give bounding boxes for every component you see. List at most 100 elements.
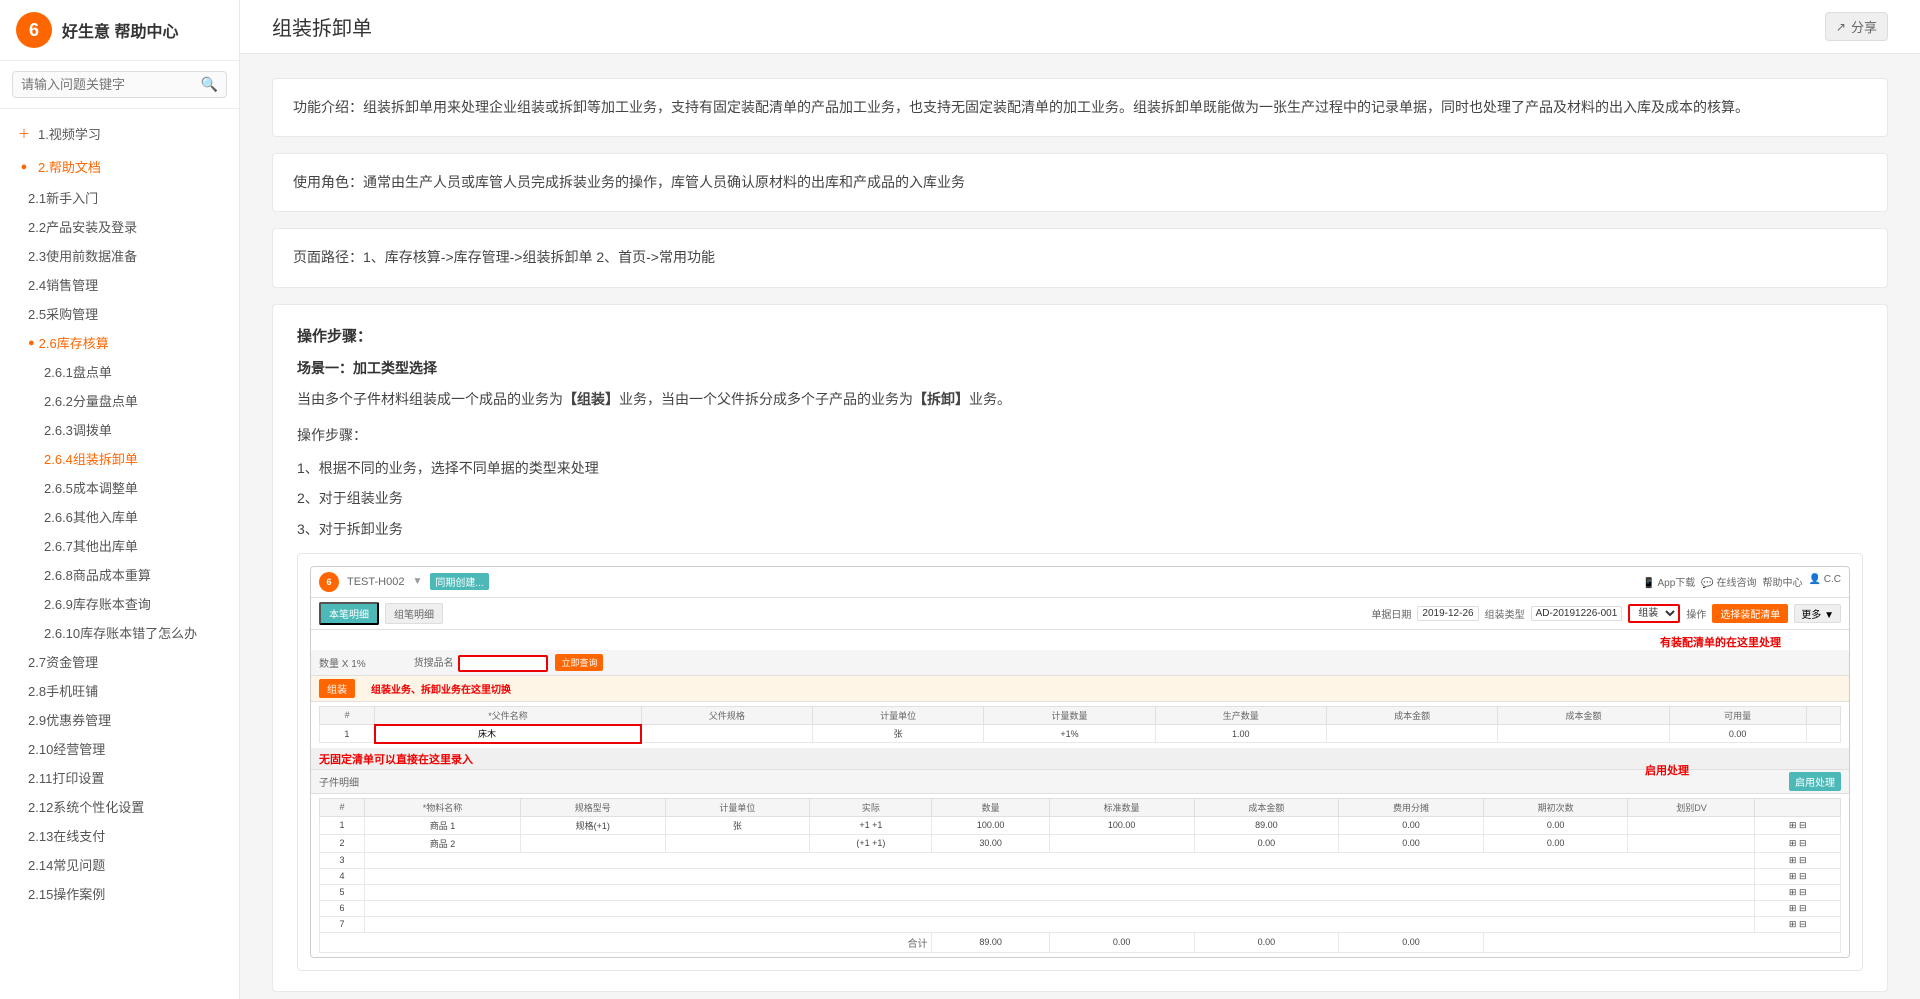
mock-process-btn[interactable]: 启用处理 bbox=[1789, 772, 1841, 791]
share-icon: ↗ bbox=[1836, 20, 1846, 34]
scenario1-title: 场景一：加工类型选择 bbox=[297, 358, 1863, 378]
step2: 2、对于组装业务 bbox=[297, 485, 1863, 512]
sidebar-item-capital[interactable]: 2.7资金管理 bbox=[28, 647, 239, 676]
mock-upper-cell-cost1 bbox=[1326, 725, 1497, 743]
mock-product-input[interactable] bbox=[478, 728, 538, 738]
mock-save-btn[interactable]: 选择装配清单 bbox=[1712, 604, 1788, 623]
mock-lth-unit: 计量单位 bbox=[665, 798, 810, 816]
mock-th-avail: 可用量 bbox=[1669, 706, 1806, 725]
sidebar-item-costadj[interactable]: 2.6.5成本调整单 bbox=[44, 473, 239, 502]
mock-lr2-init: 0.00 bbox=[1483, 834, 1628, 852]
nav: ＋ 1.视频学习 ● 2.帮助文档 2.1新手入门 2.2产品安装及登录 2.3… bbox=[0, 109, 239, 999]
minus-icon: ● bbox=[16, 159, 32, 175]
mock-nav-help: 💬 在线咨询 bbox=[1701, 574, 1756, 589]
mock-upper-thead-row: # *父件名称 父件规格 计量单位 计量数量 生产数量 成本金额 成本金额 可用… bbox=[320, 706, 1841, 725]
main-header: 组装拆卸单 ↗ 分享 bbox=[240, 0, 1920, 54]
mock-lr2-type bbox=[1628, 834, 1755, 852]
mock-lth-init: 期初次数 bbox=[1483, 798, 1628, 816]
mock-lth-cost: 成本金额 bbox=[1194, 798, 1339, 816]
mock-type-val: AD-20191226-001 bbox=[1531, 606, 1623, 621]
mock-create-btn[interactable]: 同期创建... bbox=[430, 573, 488, 590]
sidebar-item-otherinstock[interactable]: 2.6.6其他入库单 bbox=[44, 502, 239, 531]
sidebar-item-docs[interactable]: ● 2.帮助文档 bbox=[0, 150, 239, 183]
search-bar-inner[interactable]: 🔍 bbox=[12, 71, 227, 98]
share-button[interactable]: ↗ 分享 bbox=[1825, 12, 1888, 41]
screenshot-container: 6 TEST-H002 ▼ 同期创建... 📱 App下载 💬 在线咨询 帮助中… bbox=[297, 553, 1863, 971]
nav-sub-inventory: 2.6.1盘点单 2.6.2分量盘点单 2.6.3调拨单 2.6.4组装拆卸单 … bbox=[28, 357, 239, 647]
intro-text: 功能介绍：组装拆卸单用来处理企业组装或拆卸等加工业务，支持有固定装配清单的产品加… bbox=[293, 95, 1867, 120]
mock-toolbar: 本笔明细 组笔明细 单据日期 2019-12-26 组装类型 AD-201912… bbox=[311, 598, 1849, 630]
sidebar-item-stockcount[interactable]: 2.6.1盘点单 bbox=[44, 357, 239, 386]
sidebar-item-onlinepay[interactable]: 2.13在线支付 bbox=[28, 821, 239, 850]
mock-lr1-cost: 89.00 bbox=[1194, 816, 1339, 834]
mock-product-search[interactable] bbox=[458, 655, 548, 672]
sidebar-item-mobile[interactable]: 2.8手机旺铺 bbox=[28, 676, 239, 705]
sidebar: 6 好生意 帮助中心 🔍 ＋ 1.视频学习 ● 2.帮助文档 2.1新手入门 2… bbox=[0, 0, 240, 999]
content-area: 功能介绍：组装拆卸单用来处理企业组装或拆卸等加工业务，支持有固定装配清单的产品加… bbox=[240, 54, 1920, 999]
mock-more-btn[interactable]: 更多 ▼ bbox=[1794, 604, 1841, 623]
sidebar-item-video-label: 1.视频学习 bbox=[38, 124, 101, 143]
sidebar-item-coupon[interactable]: 2.9优惠券管理 bbox=[28, 705, 239, 734]
mock-lower-tbody: 1 商品 1 规格(+1) 张 +1 +1 100.00 100.00 89.0… bbox=[320, 816, 1841, 932]
sidebar-item-inventory[interactable]: ● 2.6库存核算 bbox=[28, 328, 239, 357]
sidebar-item-cases[interactable]: 2.15操作案例 bbox=[28, 879, 239, 908]
mock-search-wrapper: 货搜品名 立即查询 bbox=[414, 653, 604, 672]
sidebar-item-purchase[interactable]: 2.5采购管理 bbox=[28, 299, 239, 328]
mock-lr2-unit bbox=[665, 834, 810, 852]
mock-lr1-std: 100.00 bbox=[1049, 816, 1194, 834]
page-title: 组装拆卸单 bbox=[272, 12, 372, 41]
step1: 1、根据不同的业务，选择不同单据的类型来处理 bbox=[297, 455, 1863, 482]
mock-tab-other[interactable]: 组笔明细 bbox=[385, 603, 443, 624]
mock-lr3-empty bbox=[365, 852, 1755, 868]
mock-footer-std: 0.00 bbox=[1049, 932, 1194, 952]
mock-footer-cost: 0.00 bbox=[1194, 932, 1339, 952]
mock-assembly-select[interactable]: 组装 拆卸 bbox=[1628, 604, 1680, 623]
sidebar-item-stockerror[interactable]: 2.6.10库存账本错了怎么办 bbox=[44, 618, 239, 647]
sidebar-item-faq[interactable]: 2.14常见问题 bbox=[28, 850, 239, 879]
mock-footer-alloc: 0.00 bbox=[1339, 932, 1484, 952]
sidebar-item-video[interactable]: ＋ 1.视频学习 bbox=[0, 117, 239, 150]
sidebar-item-inventory-label: 2.6库存核算 bbox=[39, 333, 109, 352]
mock-lth-qty: 数量 bbox=[932, 798, 1049, 816]
mock-op-label: 操作 bbox=[1686, 606, 1706, 621]
mock-lr4-num: 4 bbox=[320, 868, 365, 884]
mock-confirm-btn[interactable]: 立即查询 bbox=[555, 654, 603, 671]
intro-block: 功能介绍：组装拆卸单用来处理企业组装或拆卸等加工业务，支持有固定装配清单的产品加… bbox=[272, 78, 1888, 137]
mock-lr4-action: ⊞ ⊟ bbox=[1755, 868, 1841, 884]
mock-lr7-action: ⊞ ⊟ bbox=[1755, 916, 1841, 932]
mock-company: TEST-H002 bbox=[347, 576, 404, 588]
sidebar-item-assembly[interactable]: 2.6.4组装拆卸单 bbox=[44, 444, 239, 473]
sidebar-item-productcost[interactable]: 2.6.8商品成本重算 bbox=[44, 560, 239, 589]
sidebar-item-new[interactable]: 2.1新手入门 bbox=[28, 183, 239, 212]
sidebar-item-data[interactable]: 2.3使用前数据准备 bbox=[28, 241, 239, 270]
mock-annotation1: 有装配清单的在这里处理 bbox=[319, 634, 1781, 650]
mock-upper-cell-unit: 张 bbox=[812, 725, 983, 743]
scenario1-desc: 当由多个子件材料组装成一个成品的业务为【组装】业务，当由一个父件拆分成多个子产品… bbox=[297, 386, 1863, 413]
mock-lth-alloc: 费用分摊 bbox=[1339, 798, 1484, 816]
mock-lower-row7: 7 ⊞ ⊟ bbox=[320, 916, 1841, 932]
mock-lr2-actual: (+1 +1) bbox=[810, 834, 932, 852]
mock-lr3-action: ⊞ ⊟ bbox=[1755, 852, 1841, 868]
search-input[interactable] bbox=[21, 77, 201, 92]
search-icon[interactable]: 🔍 bbox=[201, 76, 218, 93]
mock-lr4-empty bbox=[365, 868, 1755, 884]
sidebar-item-print[interactable]: 2.11打印设置 bbox=[28, 763, 239, 792]
sidebar-item-install[interactable]: 2.2产品安装及登录 bbox=[28, 212, 239, 241]
sidebar-item-splitcount[interactable]: 2.6.2分量盘点单 bbox=[44, 386, 239, 415]
mock-assemble-btn[interactable]: 组装 bbox=[319, 679, 355, 698]
step-list: 1、根据不同的业务，选择不同单据的类型来处理 2、对于组装业务 3、对于拆卸业务 bbox=[297, 455, 1863, 543]
sidebar-item-otheroutstock[interactable]: 2.6.7其他出库单 bbox=[44, 531, 239, 560]
mock-th-cost1: 成本金额 bbox=[1326, 706, 1497, 725]
mock-th-num: # bbox=[320, 706, 375, 725]
sidebar-item-sales[interactable]: 2.4销售管理 bbox=[28, 270, 239, 299]
mock-lower-row1: 1 商品 1 规格(+1) 张 +1 +1 100.00 100.00 89.0… bbox=[320, 816, 1841, 834]
sidebar-item-customize[interactable]: 2.12系统个性化设置 bbox=[28, 792, 239, 821]
mock-th-spec: 父件规格 bbox=[641, 706, 812, 725]
mock-lr5-num: 5 bbox=[320, 884, 365, 900]
mock-tab-current[interactable]: 本笔明细 bbox=[319, 602, 379, 625]
sidebar-item-stockcheck[interactable]: 2.6.9库存账本查询 bbox=[44, 589, 239, 618]
steps-title: 操作步骤： bbox=[297, 325, 1863, 346]
sidebar-item-ops[interactable]: 2.10经营管理 bbox=[28, 734, 239, 763]
sidebar-item-adjust[interactable]: 2.6.3调拨单 bbox=[44, 415, 239, 444]
logo-icon: 6 bbox=[16, 12, 52, 48]
